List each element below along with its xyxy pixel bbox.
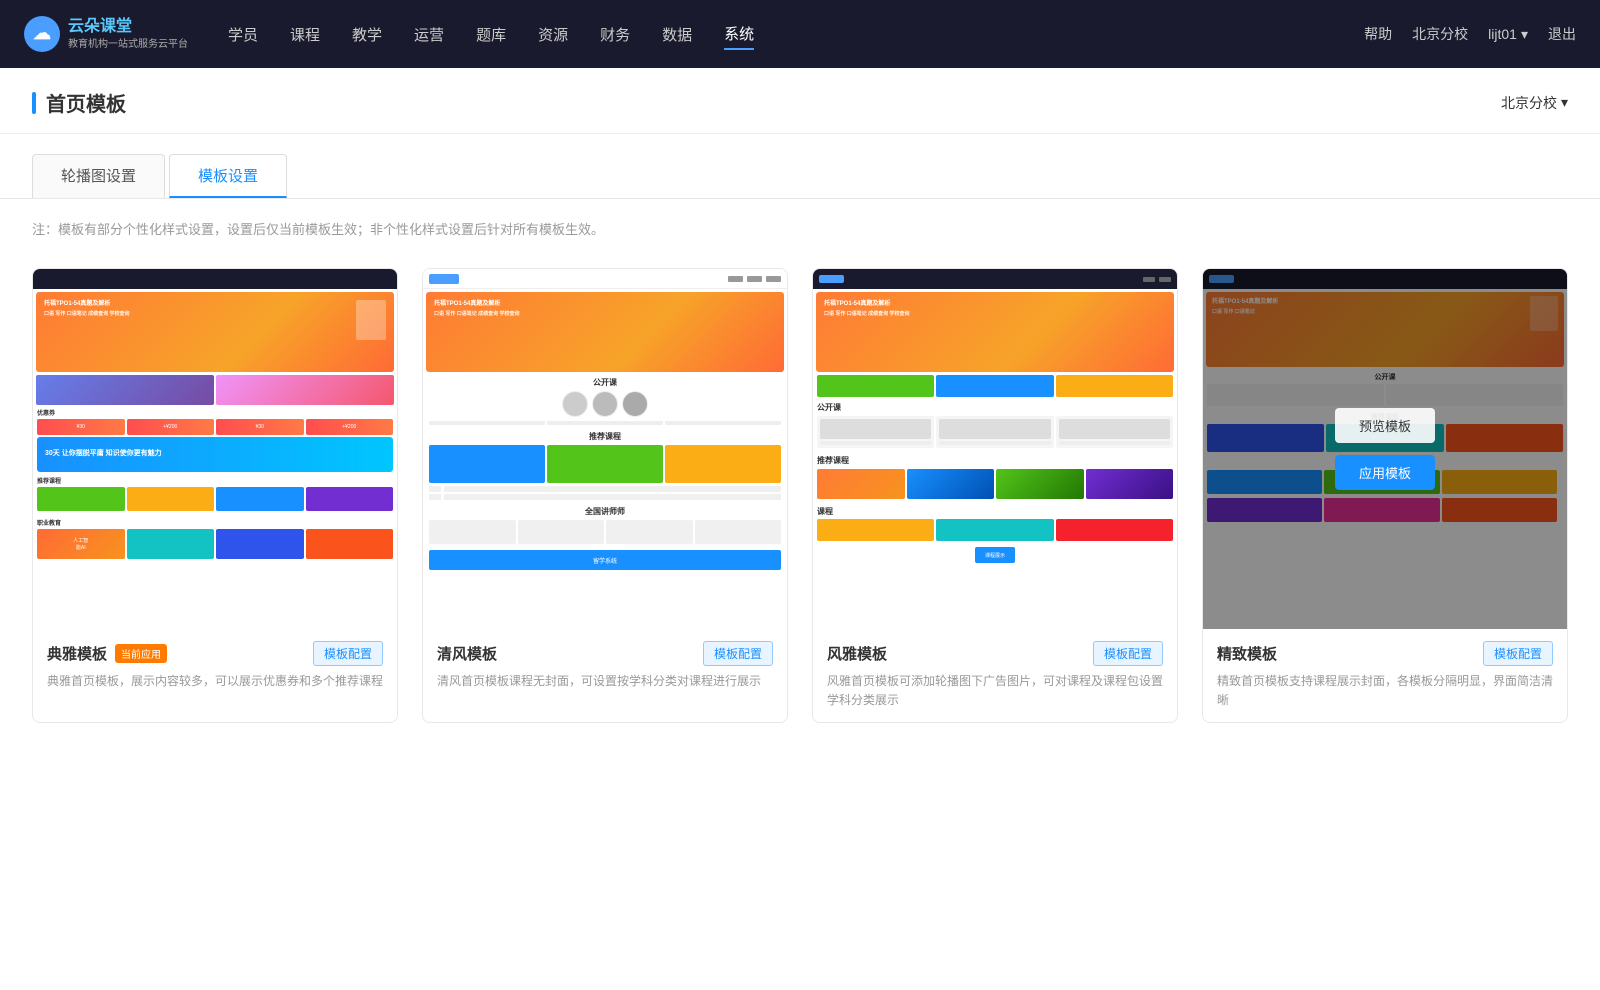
template-preview-4: 托福TPO1-54真题及解析 口语 写作 口语笔记 公开课 xyxy=(1203,269,1567,629)
main-header: ☁ 云朵课堂 教育机构一站式服务云平台 学员 课程 教学 运营 题库 资源 财务… xyxy=(0,0,1600,68)
nav-item-resources[interactable]: 资源 xyxy=(538,20,568,49)
logo-icon: ☁ xyxy=(24,16,60,52)
template-preview-1: 托福TPO1-54真题及解析 口语 写作 口语笔记 成绩查询 学校查询 优惠券 … xyxy=(33,269,397,629)
template-info-2: 清风模板 模板配置 清风首页模板课程无封面，可设置按学科分类对课程进行展示 xyxy=(423,629,787,703)
help-link[interactable]: 帮助 xyxy=(1364,24,1392,44)
template-card-1[interactable]: 托福TPO1-54真题及解析 口语 写作 口语笔记 成绩查询 学校查询 优惠券 … xyxy=(32,268,398,723)
template-desc-2: 清风首页模板课程无封面，可设置按学科分类对课程进行展示 xyxy=(437,672,773,691)
note-text: 注：模板有部分个性化样式设置，设置后仅当前模板生效；非个性化样式设置后针对所有模… xyxy=(32,222,604,237)
user-dropdown[interactable]: lijt01 ▾ xyxy=(1488,26,1528,43)
nav-menu: 学员 课程 教学 运营 题库 资源 财务 数据 系统 xyxy=(228,19,1364,50)
logo-area: ☁ 云朵课堂 教育机构一站式服务云平台 xyxy=(24,16,188,52)
config-btn-2[interactable]: 模板配置 xyxy=(703,641,773,666)
template-preview-3: 托福TPO1-54真题及解析 口语 写作 口语笔记 成绩查询 学校查询 公开课 xyxy=(813,269,1177,629)
nav-item-finance[interactable]: 财务 xyxy=(600,20,630,49)
nav-item-courses[interactable]: 课程 xyxy=(290,20,320,49)
note-area: 注：模板有部分个性化样式设置，设置后仅当前模板生效；非个性化样式设置后针对所有模… xyxy=(0,199,1600,248)
template-name-2: 清风模板 xyxy=(437,643,497,664)
template-card-3[interactable]: 托福TPO1-54真题及解析 口语 写作 口语笔记 成绩查询 学校查询 公开课 xyxy=(812,268,1178,723)
logout-link[interactable]: 退出 xyxy=(1548,24,1576,44)
page-content: 首页模板 北京分校 ▾ 轮播图设置 模板设置 注：模板有部分个性化样式设置，设置… xyxy=(0,68,1600,990)
templates-grid: 托福TPO1-54真题及解析 口语 写作 口语笔记 成绩查询 学校查询 优惠券 … xyxy=(0,248,1600,763)
school-selector-chevron: ▾ xyxy=(1561,94,1568,111)
tab-template[interactable]: 模板设置 xyxy=(169,154,287,198)
config-btn-3[interactable]: 模板配置 xyxy=(1093,641,1163,666)
username: lijt01 xyxy=(1488,26,1517,42)
nav-item-data[interactable]: 数据 xyxy=(662,20,692,49)
template-name-row-4: 精致模板 模板配置 xyxy=(1217,641,1553,666)
logo-main: 云朵课堂 xyxy=(68,16,188,38)
template-overlay-4: 预览模板 应用模板 xyxy=(1203,269,1567,629)
template-info-3: 风雅模板 模板配置 风雅首页模板可添加轮播图下广告图片，可对课程及课程包设置学科… xyxy=(813,629,1177,722)
nav-item-teaching[interactable]: 教学 xyxy=(352,20,382,49)
config-btn-4[interactable]: 模板配置 xyxy=(1483,641,1553,666)
school-selector-label: 北京分校 xyxy=(1501,93,1557,113)
nav-item-system[interactable]: 系统 xyxy=(724,19,754,50)
template-desc-3: 风雅首页模板可添加轮播图下广告图片，可对课程及课程包设置学科分类展示 xyxy=(827,672,1163,710)
template-card-4[interactable]: 托福TPO1-54真题及解析 口语 写作 口语笔记 公开课 xyxy=(1202,268,1568,723)
template-preview-2: 托福TPO1-54真题及解析 口语 写作 口语笔记 成绩查询 学校查询 公开课 xyxy=(423,269,787,629)
mini-preview-2: 托福TPO1-54真题及解析 口语 写作 口语笔记 成绩查询 学校查询 公开课 xyxy=(423,269,787,629)
tab-carousel[interactable]: 轮播图设置 xyxy=(32,154,165,198)
logo-text: 云朵课堂 教育机构一站式服务云平台 xyxy=(68,16,188,52)
header-right: 帮助 北京分校 lijt01 ▾ 退出 xyxy=(1364,24,1576,44)
school-link[interactable]: 北京分校 xyxy=(1412,24,1468,44)
page-title-bar xyxy=(32,92,36,114)
apply-template-btn[interactable]: 应用模板 xyxy=(1335,455,1435,490)
template-info-4: 精致模板 模板配置 精致首页模板支持课程展示封面，各模板分隔明显，界面简洁清晰 xyxy=(1203,629,1567,722)
template-name-4: 精致模板 xyxy=(1217,643,1277,664)
page-title: 首页模板 xyxy=(46,88,126,117)
template-name-row-1: 典雅模板 当前应用 模板配置 xyxy=(47,641,383,666)
school-selector[interactable]: 北京分校 ▾ xyxy=(1501,93,1568,113)
tabs-area: 轮播图设置 模板设置 xyxy=(0,134,1600,199)
template-desc-4: 精致首页模板支持课程展示封面，各模板分隔明显，界面简洁清晰 xyxy=(1217,672,1553,710)
mini-preview-3: 托福TPO1-54真题及解析 口语 写作 口语笔记 成绩查询 学校查询 公开课 xyxy=(813,269,1177,629)
page-header: 首页模板 北京分校 ▾ xyxy=(0,68,1600,134)
template-name-row-3: 风雅模板 模板配置 xyxy=(827,641,1163,666)
preview-template-btn[interactable]: 预览模板 xyxy=(1335,408,1435,443)
template-name-1: 典雅模板 xyxy=(47,643,107,664)
logo-cloud-icon: ☁ xyxy=(33,23,51,44)
nav-item-students[interactable]: 学员 xyxy=(228,20,258,49)
template-name-group-4: 精致模板 xyxy=(1217,643,1277,664)
template-name-group-3: 风雅模板 xyxy=(827,643,887,664)
nav-item-operations[interactable]: 运营 xyxy=(414,20,444,49)
mini-preview-1: 托福TPO1-54真题及解析 口语 写作 口语笔记 成绩查询 学校查询 优惠券 … xyxy=(33,269,397,629)
chevron-down-icon: ▾ xyxy=(1521,26,1528,43)
template-name-row-2: 清风模板 模板配置 xyxy=(437,641,773,666)
logo-sub: 教育机构一站式服务云平台 xyxy=(68,38,188,52)
template-name-group-2: 清风模板 xyxy=(437,643,497,664)
tabs: 轮播图设置 模板设置 xyxy=(32,154,1568,198)
template-info-1: 典雅模板 当前应用 模板配置 典雅首页模板，展示内容较多，可以展示优惠券和多个推… xyxy=(33,629,397,703)
template-card-2[interactable]: 托福TPO1-54真题及解析 口语 写作 口语笔记 成绩查询 学校查询 公开课 xyxy=(422,268,788,723)
badge-current-1: 当前应用 xyxy=(115,644,167,663)
page-title-area: 首页模板 xyxy=(32,88,126,117)
template-name-3: 风雅模板 xyxy=(827,643,887,664)
template-name-group-1: 典雅模板 当前应用 xyxy=(47,643,167,664)
template-desc-1: 典雅首页模板，展示内容较多，可以展示优惠券和多个推荐课程 xyxy=(47,672,383,691)
config-btn-1[interactable]: 模板配置 xyxy=(313,641,383,666)
nav-item-questions[interactable]: 题库 xyxy=(476,20,506,49)
